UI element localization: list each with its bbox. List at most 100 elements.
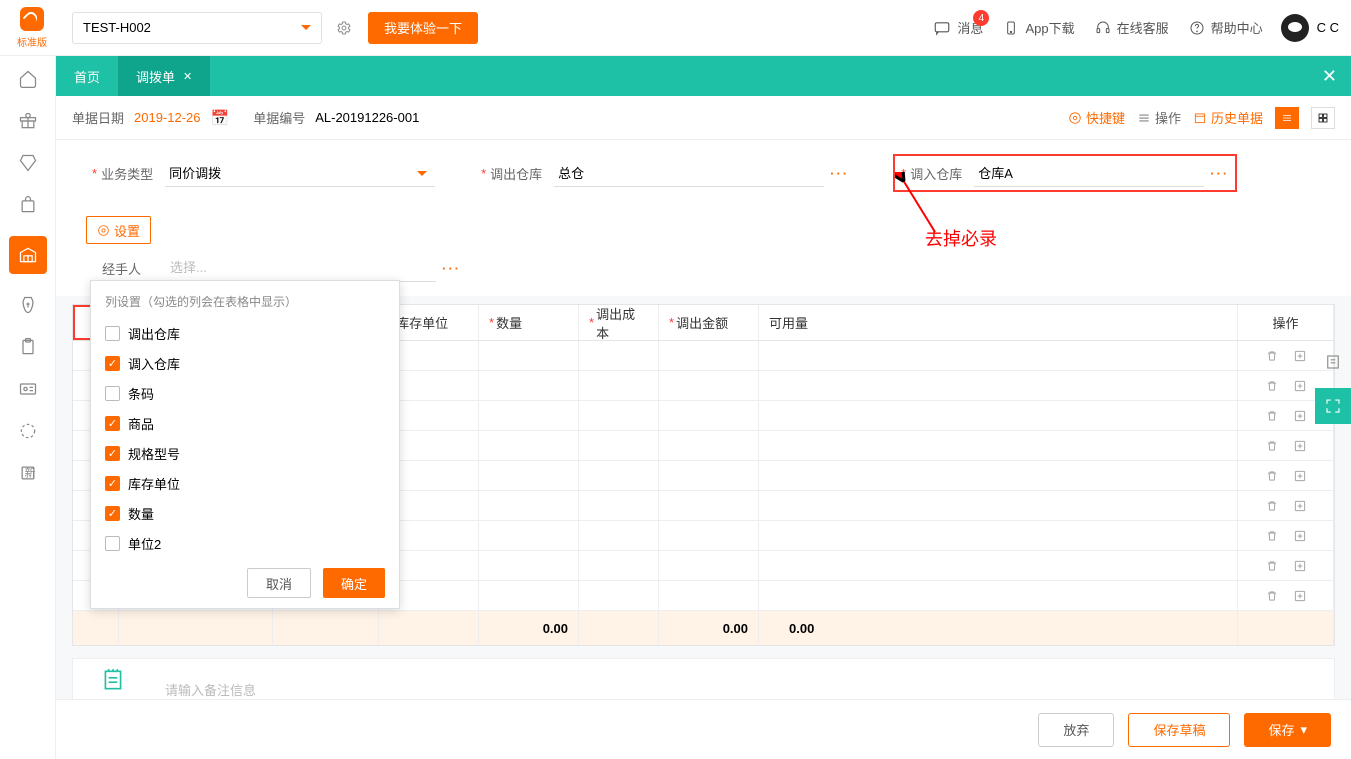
- right-side-tools: [1315, 344, 1351, 424]
- add-icon[interactable]: [1293, 499, 1307, 513]
- column-option[interactable]: ✓商品: [105, 408, 373, 438]
- sum-amount: 0.00: [759, 611, 1238, 645]
- checkbox[interactable]: [105, 536, 120, 551]
- nav-id-icon[interactable]: [17, 378, 39, 400]
- shortcut-link[interactable]: 快捷键: [1068, 108, 1125, 127]
- add-icon[interactable]: [1293, 379, 1307, 393]
- delete-icon[interactable]: [1265, 499, 1279, 513]
- out-warehouse-input[interactable]: [554, 159, 824, 187]
- date-value[interactable]: 2019-12-26: [134, 110, 201, 125]
- more-icon[interactable]: ···: [1210, 166, 1229, 181]
- column-option[interactable]: 调出仓库: [105, 318, 373, 348]
- save-draft-button[interactable]: 保存草稿: [1128, 713, 1230, 747]
- app-download-link[interactable]: App下载: [1003, 18, 1074, 37]
- handler-input[interactable]: [166, 254, 436, 282]
- nav-warehouse-icon[interactable]: [9, 236, 47, 274]
- ok-button[interactable]: 确定: [323, 568, 385, 598]
- column-option[interactable]: ✓ 库存单位: [105, 468, 373, 498]
- try-button[interactable]: 我要体验一下: [368, 12, 478, 44]
- column-option[interactable]: 条码: [105, 378, 373, 408]
- nav-money-icon[interactable]: [17, 294, 39, 316]
- checkbox[interactable]: ✓: [105, 476, 120, 491]
- row-ops: [1238, 551, 1334, 580]
- chevron-down-icon[interactable]: [417, 171, 427, 176]
- nav-new-icon[interactable]: 新: [17, 462, 39, 484]
- discard-button[interactable]: 放弃: [1038, 713, 1114, 747]
- org-dropdown[interactable]: TEST-H002: [72, 12, 322, 44]
- app-header: 标准版 TEST-H002 我要体验一下 消息 4 App下载 在线客服 帮助中…: [0, 0, 1351, 56]
- column-option[interactable]: ✓数量: [105, 498, 373, 528]
- settings-button[interactable]: 设置: [86, 216, 151, 244]
- in-warehouse-input[interactable]: [974, 159, 1204, 187]
- operate-link[interactable]: 操作: [1137, 108, 1181, 127]
- view-grid-button[interactable]: [1311, 107, 1335, 129]
- tab-home[interactable]: 首页: [56, 56, 118, 96]
- avatar[interactable]: [1281, 14, 1309, 42]
- checkbox-label: 调入仓库: [128, 354, 180, 373]
- nav-clipboard-icon[interactable]: [17, 336, 39, 358]
- popup-list[interactable]: 调出仓库✓调入仓库条码✓商品✓规格型号✓库存单位✓数量单位2: [91, 318, 399, 558]
- add-icon[interactable]: [1293, 349, 1307, 363]
- delete-icon[interactable]: [1265, 559, 1279, 573]
- cancel-button[interactable]: 取消: [247, 568, 311, 598]
- checkbox[interactable]: ✓: [105, 446, 120, 461]
- date-label: 单据日期: [72, 108, 124, 127]
- column-option[interactable]: ✓规格型号: [105, 438, 373, 468]
- add-icon[interactable]: [1293, 439, 1307, 453]
- checkbox[interactable]: ✓: [105, 416, 120, 431]
- column-option[interactable]: 单位2: [105, 528, 373, 558]
- add-icon[interactable]: [1293, 409, 1307, 423]
- column-option[interactable]: ✓ 调入仓库: [105, 348, 373, 378]
- delete-icon[interactable]: [1265, 349, 1279, 363]
- help-icon: [1189, 20, 1205, 36]
- calendar-icon[interactable]: 📅: [211, 109, 230, 127]
- biz-type-input[interactable]: [165, 159, 435, 187]
- notes-button[interactable]: [1315, 344, 1351, 380]
- more-icon[interactable]: ···: [830, 166, 849, 181]
- nav-circle-icon[interactable]: [17, 420, 39, 442]
- checkbox[interactable]: [105, 386, 120, 401]
- delete-icon[interactable]: [1265, 469, 1279, 483]
- add-icon[interactable]: [1293, 529, 1307, 543]
- more-icon[interactable]: ···: [442, 261, 461, 276]
- support-link[interactable]: 在线客服: [1095, 18, 1169, 37]
- footer-bar: 放弃 保存草稿 保存▾: [56, 699, 1351, 759]
- list-icon: [1137, 111, 1151, 125]
- help-link[interactable]: 帮助中心: [1189, 18, 1263, 37]
- field-out-warehouse: *调出仓库 ···: [481, 154, 849, 192]
- add-icon[interactable]: [1293, 469, 1307, 483]
- checkbox[interactable]: ✓: [105, 506, 120, 521]
- nav-bag-icon[interactable]: [17, 194, 39, 216]
- tab-transfer[interactable]: 调拨单 ✕: [118, 56, 210, 96]
- save-button[interactable]: 保存▾: [1244, 713, 1331, 747]
- sum-row: 0.00 0.00 0.00: [73, 611, 1334, 645]
- history-link[interactable]: 历史单据: [1193, 108, 1263, 127]
- delete-icon[interactable]: [1265, 589, 1279, 603]
- phone-icon: [1003, 20, 1019, 36]
- note-icon: [100, 667, 126, 693]
- add-icon[interactable]: [1293, 559, 1307, 573]
- add-icon[interactable]: [1293, 589, 1307, 603]
- checkbox-label: 条码: [128, 384, 154, 403]
- view-list-button[interactable]: [1275, 107, 1299, 129]
- expand-button[interactable]: [1315, 388, 1351, 424]
- delete-icon[interactable]: [1265, 379, 1279, 393]
- checkbox[interactable]: ✓: [105, 356, 120, 371]
- messages-link[interactable]: 消息 4: [933, 18, 983, 37]
- nav-home-icon[interactable]: [17, 68, 39, 90]
- page-close-icon[interactable]: ✕: [1308, 66, 1351, 87]
- checkbox[interactable]: [105, 326, 120, 341]
- checkbox-label: 库存单位: [128, 474, 180, 493]
- delete-icon[interactable]: [1265, 409, 1279, 423]
- checkbox-label: 单位2: [128, 534, 161, 553]
- username: C C: [1317, 20, 1339, 35]
- messages-badge: 4: [973, 10, 989, 26]
- delete-icon[interactable]: [1265, 439, 1279, 453]
- field-handler: 经手人 ···: [102, 254, 461, 282]
- gear-icon[interactable]: [336, 20, 352, 36]
- checkbox-label: 调出仓库: [128, 324, 180, 343]
- nav-diamond-icon[interactable]: [17, 152, 39, 174]
- close-icon[interactable]: ✕: [183, 70, 192, 83]
- delete-icon[interactable]: [1265, 529, 1279, 543]
- nav-gift-icon[interactable]: [17, 110, 39, 132]
